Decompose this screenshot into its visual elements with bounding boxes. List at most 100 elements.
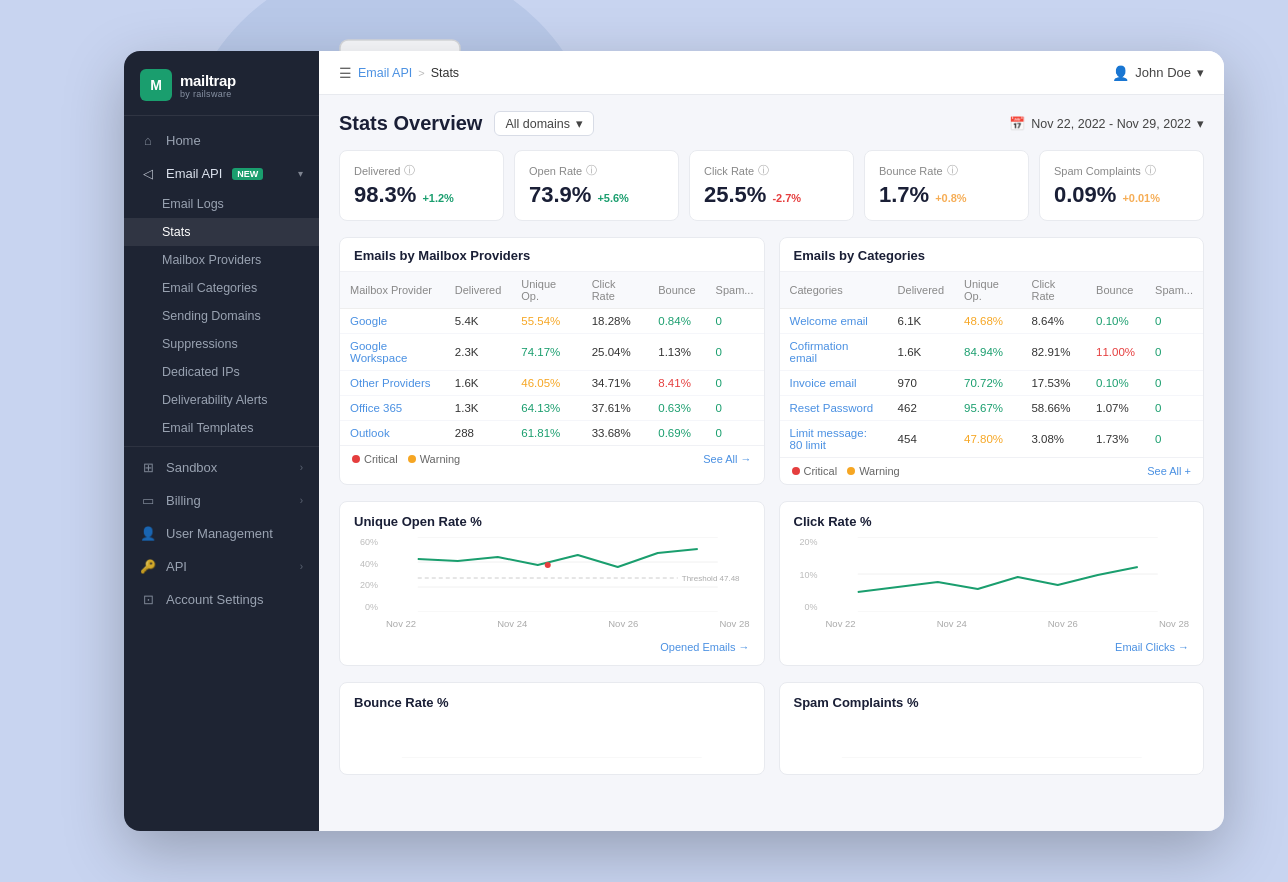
category-cell[interactable]: Limit message: 80 limit: [780, 421, 888, 458]
cat-click-rate-cell: 82.91%: [1021, 334, 1086, 371]
delivered-cell: 1.3K: [445, 396, 511, 421]
breadcrumb: ☰ Email API > Stats: [339, 65, 459, 81]
mailbox-providers-table: Emails by Mailbox Providers Mailbox Prov…: [339, 237, 765, 485]
table-row: Other Providers 1.6K 46.05% 34.71% 8.41%…: [340, 371, 764, 396]
app-container: M mailtrap by railsware ⌂ Home ◁ Email A…: [124, 51, 1224, 831]
sidebar-nav: ⌂ Home ◁ Email API new ▾ Email Logs Stat…: [124, 116, 319, 831]
category-cell[interactable]: Cofirmation email: [780, 334, 888, 371]
metric-delta-open-rate: +5.6%: [597, 192, 629, 204]
sidebar-item-dedicated-ips[interactable]: Dedicated IPs: [124, 358, 319, 386]
provider-cell[interactable]: Google: [340, 309, 445, 334]
table-row: Reset Password 462 95.67% 58.66% 1.07% 0: [780, 396, 1204, 421]
info-icon-delivered[interactable]: ⓘ: [404, 163, 415, 178]
open-rate-x-labels: Nov 22Nov 24Nov 26Nov 28: [354, 618, 750, 629]
user-mgmt-icon: 👤: [140, 526, 156, 541]
sidebar-item-user-management[interactable]: 👤 User Management: [124, 517, 319, 550]
info-icon-spam[interactable]: ⓘ: [1145, 163, 1156, 178]
provider-cell[interactable]: Google Workspace: [340, 334, 445, 371]
col-provider: Mailbox Provider: [340, 272, 445, 309]
date-range-picker[interactable]: 📅 Nov 22, 2022 - Nov 29, 2022 ▾: [1009, 116, 1204, 131]
unique-op-cell: 61.81%: [511, 421, 581, 446]
click-rate-x-labels: Nov 22Nov 24Nov 26Nov 28: [794, 618, 1190, 629]
main-content: ☰ Email API > Stats 👤 John Doe ▾ Stats O…: [319, 51, 1224, 831]
critical-legend: Critical: [352, 453, 398, 465]
category-cell[interactable]: Reset Password: [780, 396, 888, 421]
info-icon-click-rate[interactable]: ⓘ: [758, 163, 769, 178]
categories-see-all[interactable]: See All +: [1147, 465, 1191, 477]
mailbox-see-all[interactable]: See All →: [703, 453, 751, 465]
click-rate-cell: 18.28%: [582, 309, 649, 334]
sidebar-item-api[interactable]: 🔑 API ›: [124, 550, 319, 583]
bounce-cell: 0.84%: [648, 309, 705, 334]
spam-cell: 0: [706, 371, 764, 396]
cat-click-rate-cell: 3.08%: [1021, 421, 1086, 458]
sidebar-item-sandbox[interactable]: ⊞ Sandbox ›: [124, 451, 319, 484]
info-icon-open-rate[interactable]: ⓘ: [586, 163, 597, 178]
sidebar-item-deliverability-alerts[interactable]: Deliverability Alerts: [124, 386, 319, 414]
spam-cell: 0: [706, 396, 764, 421]
unique-op-cell: 74.17%: [511, 334, 581, 371]
sidebar-item-billing[interactable]: ▭ Billing ›: [124, 484, 319, 517]
cat-spam-cell: 0: [1145, 334, 1203, 371]
category-cell[interactable]: Welcome email: [780, 309, 888, 334]
menu-icon[interactable]: ☰: [339, 65, 352, 81]
sidebar-item-email-api[interactable]: ◁ Email API new ▾: [124, 157, 319, 190]
domain-select[interactable]: All domains ▾: [494, 111, 594, 136]
metric-card-click-rate: Click Rate ⓘ 25.5% -2.7%: [689, 150, 854, 221]
cat-col-bounce: Bounce: [1086, 272, 1145, 309]
cat-spam-cell: 0: [1145, 371, 1203, 396]
sidebar-item-suppressions[interactable]: Suppressions: [124, 330, 319, 358]
provider-cell[interactable]: Other Providers: [340, 371, 445, 396]
provider-cell[interactable]: Outlook: [340, 421, 445, 446]
provider-cell[interactable]: Office 365: [340, 396, 445, 421]
delivered-cell: 288: [445, 421, 511, 446]
metric-label-open-rate: Open Rate ⓘ: [529, 163, 664, 178]
metric-label-bounce-rate: Bounce Rate ⓘ: [879, 163, 1014, 178]
cat-col-unique-op: Unique Op.: [954, 272, 1021, 309]
email-api-icon: ◁: [140, 166, 156, 181]
bounce-cell: 8.41%: [648, 371, 705, 396]
topbar: ☰ Email API > Stats 👤 John Doe ▾: [319, 51, 1224, 95]
topbar-user[interactable]: 👤 John Doe ▾: [1112, 65, 1204, 81]
bounce-chart-title: Bounce Rate %: [354, 695, 750, 710]
open-rate-chart-area: 60% 40% 20% 0%: [354, 537, 750, 637]
sidebar-item-mailbox-providers[interactable]: Mailbox Providers: [124, 246, 319, 274]
category-cell[interactable]: Invoice email: [780, 371, 888, 396]
sidebar-item-sending-domains[interactable]: Sending Domains: [124, 302, 319, 330]
info-icon-bounce-rate[interactable]: ⓘ: [947, 163, 958, 178]
breadcrumb-link[interactable]: Email API: [358, 66, 412, 80]
metric-label-spam: Spam Complaints ⓘ: [1054, 163, 1189, 178]
cat-bounce-cell: 11.00%: [1086, 334, 1145, 371]
sidebar-item-email-logs[interactable]: Email Logs: [124, 190, 319, 218]
spam-chart-svg: [794, 718, 1190, 758]
table-row: Welcome email 6.1K 48.68% 8.64% 0.10% 0: [780, 309, 1204, 334]
bounce-cell: 1.13%: [648, 334, 705, 371]
cat-col-spam: Spam...: [1145, 272, 1203, 309]
col-unique-op: Unique Op.: [511, 272, 581, 309]
cat-col-category: Categories: [780, 272, 888, 309]
sidebar-item-account-settings[interactable]: ⊡ Account Settings: [124, 583, 319, 616]
billing-icon: ▭: [140, 493, 156, 508]
cat-spam-cell: 0: [1145, 421, 1203, 458]
metric-value-open-rate: 73.9%: [529, 182, 591, 208]
api-icon: 🔑: [140, 559, 156, 574]
sidebar-item-home[interactable]: ⌂ Home: [124, 124, 319, 157]
cat-unique-op-cell: 48.68%: [954, 309, 1021, 334]
metric-value-click-rate: 25.5%: [704, 182, 766, 208]
open-rate-footer[interactable]: Opened Emails →: [354, 641, 750, 653]
spam-cell: 0: [706, 334, 764, 371]
cat-spam-cell: 0: [1145, 396, 1203, 421]
settings-icon: ⊡: [140, 592, 156, 607]
sidebar-item-email-templates[interactable]: Email Templates: [124, 414, 319, 442]
sidebar-item-email-categories[interactable]: Email Categories: [124, 274, 319, 302]
tables-section: Emails by Mailbox Providers Mailbox Prov…: [339, 237, 1204, 485]
cat-critical-dot: [792, 467, 800, 475]
svg-point-7: [545, 562, 551, 568]
click-rate-footer[interactable]: Email Clicks →: [794, 641, 1190, 653]
metric-delta-click-rate: -2.7%: [772, 192, 801, 204]
cat-click-rate-cell: 8.64%: [1021, 309, 1086, 334]
table-row: Limit message: 80 limit 454 47.80% 3.08%…: [780, 421, 1204, 458]
cat-unique-op-cell: 70.72%: [954, 371, 1021, 396]
sidebar-item-stats[interactable]: Stats: [124, 218, 319, 246]
spam-cell: 0: [706, 421, 764, 446]
